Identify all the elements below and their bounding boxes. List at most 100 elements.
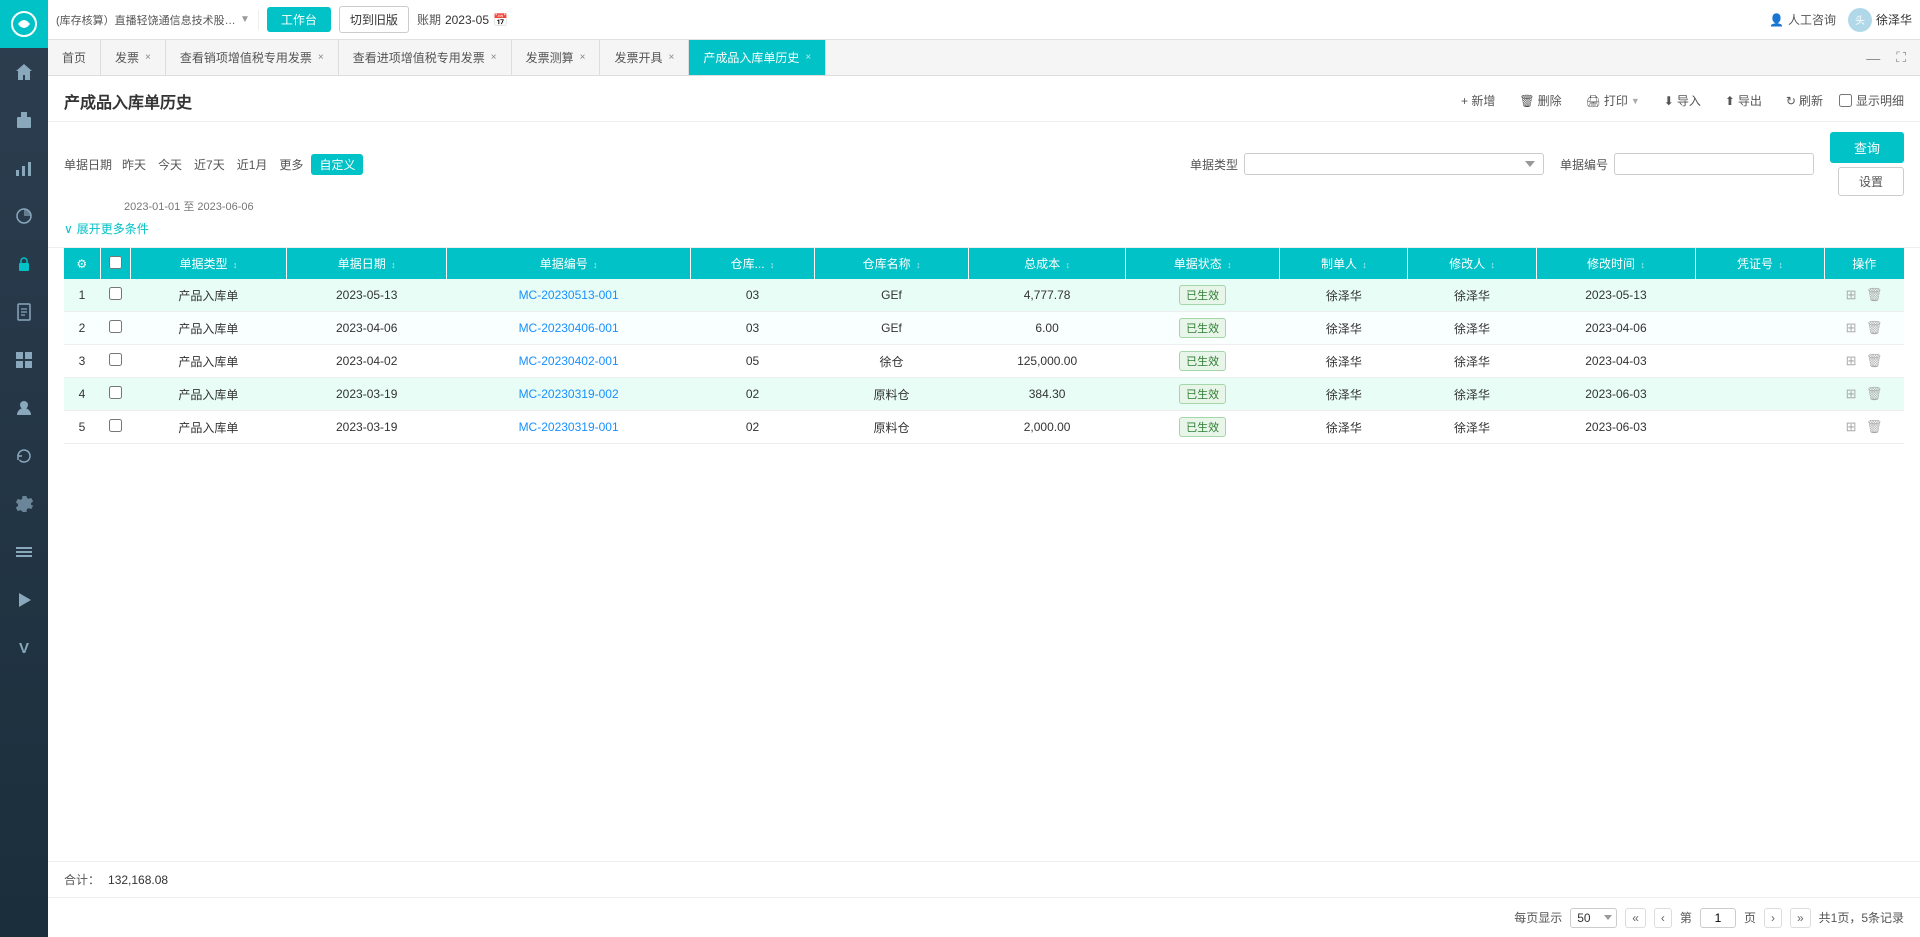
tab-home[interactable]: 首页 bbox=[48, 40, 101, 75]
tab-invoice-calc[interactable]: 发票测算 × bbox=[512, 40, 601, 75]
company-dropdown-icon[interactable]: ▼ bbox=[240, 14, 250, 25]
row-number-link[interactable]: MC-20230319-002 bbox=[519, 387, 619, 401]
import-button[interactable]: ⬇ 导入 bbox=[1656, 88, 1709, 113]
sidebar-item-settings[interactable] bbox=[0, 480, 48, 528]
col-modify-time[interactable]: 修改时间 ↕ bbox=[1536, 248, 1696, 279]
row-checkbox[interactable] bbox=[109, 353, 122, 366]
tab-view-purchase-vat[interactable]: 查看进项增值税专用发票 × bbox=[339, 40, 512, 75]
sidebar-item-person[interactable] bbox=[0, 384, 48, 432]
tab-view-purchase-vat-close[interactable]: × bbox=[491, 52, 497, 63]
row-number-link[interactable]: MC-20230513-001 bbox=[519, 288, 619, 302]
prev-page-button[interactable]: ‹ bbox=[1654, 908, 1672, 928]
sidebar-item-chart[interactable] bbox=[0, 144, 48, 192]
col-number[interactable]: 单据编号 ↕ bbox=[447, 248, 691, 279]
print-dropdown-icon[interactable]: ▼ bbox=[1631, 96, 1640, 106]
date-btn-yesterday[interactable]: 昨天 bbox=[118, 154, 150, 175]
row-view-button[interactable]: ⊞ bbox=[1843, 386, 1860, 402]
expand-more-btn[interactable]: ∨ 展开更多条件 bbox=[64, 220, 1904, 237]
tab-invoice-close[interactable]: × bbox=[145, 52, 151, 63]
tab-invoice-calc-close[interactable]: × bbox=[580, 52, 586, 63]
sidebar-item-lock[interactable] bbox=[0, 240, 48, 288]
user-service[interactable]: 👤 人工咨询 bbox=[1769, 11, 1836, 28]
col-warehouse-name[interactable]: 仓库名称 ↕ bbox=[814, 248, 968, 279]
print-button[interactable]: 🖨 打印 ▼ bbox=[1578, 88, 1648, 113]
sidebar-item-play[interactable] bbox=[0, 576, 48, 624]
last-page-button[interactable]: » bbox=[1790, 908, 1811, 928]
switch-version-button[interactable]: 切到旧版 bbox=[339, 6, 409, 33]
status-badge: 已生效 bbox=[1179, 318, 1226, 338]
row-checkbox[interactable] bbox=[109, 287, 122, 300]
select-all-checkbox[interactable] bbox=[109, 256, 122, 269]
first-page-button[interactable]: « bbox=[1625, 908, 1646, 928]
export-button[interactable]: ⬆ 导出 bbox=[1717, 88, 1770, 113]
sidebar-item-gear2[interactable] bbox=[0, 528, 48, 576]
date-btn-1month[interactable]: 近1月 bbox=[233, 154, 272, 175]
sidebar-item-company[interactable] bbox=[0, 96, 48, 144]
col-warehouse-code[interactable]: 仓库... ↕ bbox=[691, 248, 815, 279]
col-type[interactable]: 单据类型 ↕ bbox=[130, 248, 287, 279]
col-modifier[interactable]: 修改人 ↕ bbox=[1408, 248, 1536, 279]
row-checkbox[interactable] bbox=[109, 386, 122, 399]
sidebar-item-v[interactable]: V bbox=[0, 624, 48, 672]
row-delete-button[interactable]: 🗑 bbox=[1863, 353, 1886, 369]
tab-invoice-issue[interactable]: 发票开具 × bbox=[600, 40, 689, 75]
filter-type-select[interactable] bbox=[1244, 153, 1544, 175]
row-view-button[interactable]: ⊞ bbox=[1843, 287, 1860, 303]
new-button[interactable]: + 新增 bbox=[1453, 88, 1503, 113]
delete-button[interactable]: 🗑 删除 bbox=[1511, 88, 1569, 113]
row-delete-button[interactable]: 🗑 bbox=[1863, 386, 1886, 402]
row-checkbox[interactable] bbox=[109, 320, 122, 333]
row-date: 2023-04-06 bbox=[287, 312, 447, 345]
row-view-button[interactable]: ⊞ bbox=[1843, 419, 1860, 435]
tab-invoice-calc-label: 发票测算 bbox=[526, 49, 574, 66]
row-checkbox[interactable] bbox=[109, 419, 122, 432]
row-view-button[interactable]: ⊞ bbox=[1843, 320, 1860, 336]
workbench-button[interactable]: 工作台 bbox=[267, 7, 331, 32]
filter-number-input[interactable] bbox=[1614, 153, 1814, 175]
tab-product-history-close[interactable]: × bbox=[805, 52, 811, 63]
tab-maximize-button[interactable]: ⛶ bbox=[1890, 47, 1912, 68]
row-view-button[interactable]: ⊞ bbox=[1843, 353, 1860, 369]
show-detail-checkbox-label[interactable]: 显示明细 bbox=[1839, 92, 1904, 109]
current-page-input[interactable] bbox=[1700, 908, 1736, 928]
sidebar-item-refresh[interactable] bbox=[0, 432, 48, 480]
query-button[interactable]: 查询 bbox=[1830, 132, 1904, 163]
tab-invoice[interactable]: 发票 × bbox=[101, 40, 166, 75]
row-type: 产品入库单 bbox=[130, 279, 287, 312]
refresh-button[interactable]: ↻ 刷新 bbox=[1778, 88, 1831, 113]
col-status[interactable]: 单据状态 ↕ bbox=[1126, 248, 1280, 279]
date-btn-more[interactable]: 更多 bbox=[275, 154, 307, 175]
company-selector[interactable]: (库存核算）直播轻饶通信息技术股份... ▼ bbox=[56, 12, 250, 28]
date-btn-today[interactable]: 今天 bbox=[154, 154, 186, 175]
date-btn-custom[interactable]: 自定义 bbox=[311, 154, 363, 175]
tab-view-sales-vat-close[interactable]: × bbox=[318, 52, 324, 63]
tab-view-sales-vat[interactable]: 查看销项增值税专用发票 × bbox=[166, 40, 339, 75]
next-page-button[interactable]: › bbox=[1764, 908, 1782, 928]
user-info[interactable]: 头 徐泽华 bbox=[1848, 8, 1912, 32]
tab-bar: 首页 发票 × 查看销项增值税专用发票 × 查看进项增值税专用发票 × 发票测算… bbox=[48, 40, 1920, 76]
calendar-icon[interactable]: 📅 bbox=[493, 13, 508, 27]
show-detail-checkbox[interactable] bbox=[1839, 94, 1852, 107]
sidebar-item-home[interactable] bbox=[0, 48, 48, 96]
row-delete-button[interactable]: 🗑 bbox=[1863, 419, 1886, 435]
col-total-cost[interactable]: 总成本 ↕ bbox=[969, 248, 1126, 279]
row-delete-button[interactable]: 🗑 bbox=[1863, 320, 1886, 336]
col-date[interactable]: 单据日期 ↕ bbox=[287, 248, 447, 279]
tab-product-history[interactable]: 产成品入库单历史 × bbox=[689, 40, 826, 75]
col-voucher[interactable]: 凭证号 ↕ bbox=[1696, 248, 1824, 279]
col-settings[interactable]: ⚙ bbox=[64, 248, 100, 279]
tab-invoice-issue-close[interactable]: × bbox=[668, 52, 674, 63]
page-size-select[interactable]: 50 100 200 bbox=[1570, 908, 1617, 928]
row-delete-button[interactable]: 🗑 bbox=[1863, 287, 1886, 303]
reset-button[interactable]: 设置 bbox=[1838, 167, 1904, 196]
date-btn-7days[interactable]: 近7天 bbox=[190, 154, 229, 175]
sidebar-item-grid[interactable] bbox=[0, 336, 48, 384]
app-logo[interactable] bbox=[0, 0, 48, 48]
row-number-link[interactable]: MC-20230406-001 bbox=[519, 321, 619, 335]
row-number-link[interactable]: MC-20230402-001 bbox=[519, 354, 619, 368]
tab-minimize-button[interactable]: — bbox=[1860, 48, 1886, 68]
col-creator[interactable]: 制单人 ↕ bbox=[1280, 248, 1408, 279]
row-number-link[interactable]: MC-20230319-001 bbox=[519, 420, 619, 434]
sidebar-item-analytics[interactable] bbox=[0, 192, 48, 240]
sidebar-item-doc[interactable] bbox=[0, 288, 48, 336]
